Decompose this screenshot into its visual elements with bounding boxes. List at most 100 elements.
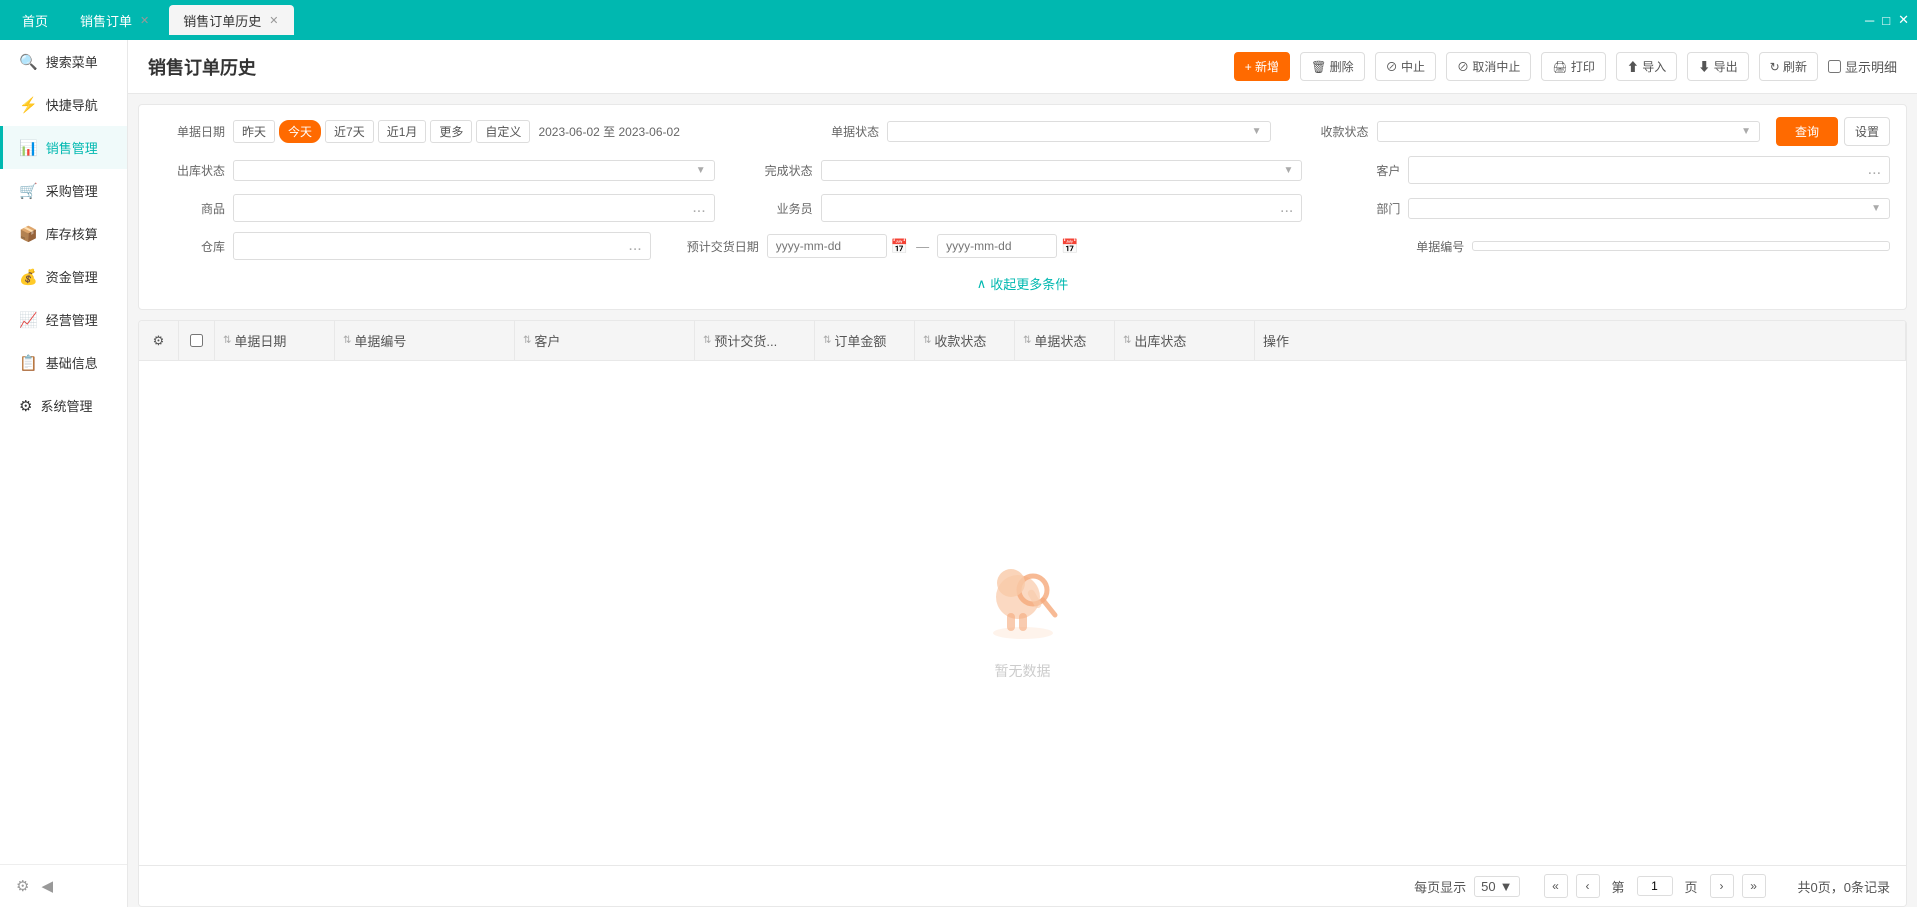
th-client-sort-icon: ⇅	[523, 335, 531, 346]
first-page-btn[interactable]: «	[1544, 874, 1568, 898]
customer-dots[interactable]: ...	[1868, 161, 1881, 179]
department-select[interactable]: ▼	[1408, 198, 1890, 219]
next-page-btn[interactable]: ›	[1710, 874, 1734, 898]
finance-icon: 💰	[19, 268, 38, 286]
goods-dots[interactable]: ...	[692, 199, 705, 217]
tab-sales-order-history-close[interactable]: ✕	[267, 13, 280, 28]
payment-status-select[interactable]: ▼	[1377, 121, 1760, 142]
th-client-label: 客户	[534, 331, 560, 350]
page-size-select[interactable]: 50 ▼	[1474, 876, 1519, 897]
sidebar-item-system[interactable]: ⚙ 系统管理	[0, 384, 127, 427]
sidebar-collapse-icon[interactable]: ◀	[41, 877, 53, 895]
delete-button[interactable]: 🗑 删除	[1300, 52, 1365, 81]
warehouse-dots[interactable]: ...	[628, 237, 641, 255]
delivery-date-end-calendar[interactable]: 📅	[1061, 238, 1078, 255]
select-all-checkbox[interactable]	[190, 334, 203, 347]
delivery-date-end-input[interactable]	[937, 234, 1057, 258]
delivery-date-start-calendar[interactable]: 📅	[891, 238, 908, 255]
settings-button[interactable]: 设置	[1844, 117, 1890, 146]
sidebar-item-quick-nav[interactable]: ⚡ 快捷导航	[0, 83, 127, 126]
tab-sales-order-label: 销售订单	[80, 11, 132, 30]
sidebar-item-purchase[interactable]: 🛒 采购管理	[0, 169, 127, 212]
filter-row-4: 仓库 ... 预计交货日期 📅 — 📅 单据编号	[155, 232, 1890, 260]
th-delivery[interactable]: ⇅ 预计交货...	[695, 321, 815, 360]
collapse-label: 收起更多条件	[990, 274, 1068, 293]
close-icon[interactable]: ✕	[1898, 12, 1909, 28]
filter-row-2: 出库状态 ▼ 完成状态 ▼ 客户 ...	[155, 156, 1890, 184]
new-button[interactable]: + 新增	[1234, 52, 1290, 81]
purchase-icon: 🛒	[19, 182, 38, 200]
tab-sales-order[interactable]: 销售订单 ✕	[66, 5, 165, 35]
show-detail-checkbox-label[interactable]: 显示明细	[1828, 57, 1897, 76]
page-title: 销售订单历史	[148, 54, 1222, 80]
date-btn-custom[interactable]: 自定义	[476, 120, 530, 143]
sidebar-item-search-menu-label: 搜索菜单	[46, 52, 98, 71]
collapse-arrow-icon: ∧	[977, 276, 987, 292]
th-date-label: 单据日期	[234, 331, 286, 350]
tab-sales-order-history[interactable]: 销售订单历史 ✕	[169, 5, 294, 35]
th-out-status[interactable]: ⇅ 出库状态	[1115, 321, 1255, 360]
sidebar-item-finance[interactable]: 💰 资金管理	[0, 255, 127, 298]
date-btn-7days[interactable]: 近7天	[325, 120, 374, 143]
date-btn-1month[interactable]: 近1月	[378, 120, 427, 143]
query-button[interactable]: 查询	[1776, 117, 1838, 146]
complete-status-select[interactable]: ▼	[821, 160, 1303, 181]
last-page-btn[interactable]: »	[1742, 874, 1766, 898]
th-settings[interactable]: ⚙	[139, 321, 179, 360]
content-area: 销售订单历史 + 新增 🗑 删除 ⊘ 中止 ⊘ 取消中止 🖨 打印 ⬆ 导入 ⬇…	[128, 40, 1917, 907]
tab-home-label: 首页	[22, 11, 48, 30]
print-button[interactable]: 🖨 打印	[1541, 52, 1606, 81]
th-amount-label: 订单金额	[834, 331, 886, 350]
refresh-button[interactable]: ↻ 刷新	[1759, 52, 1818, 81]
th-amount[interactable]: ⇅ 订单金额	[815, 321, 915, 360]
import-button[interactable]: ⬆ 导入	[1616, 52, 1677, 81]
out-status-select[interactable]: ▼	[233, 160, 715, 181]
th-payment-status[interactable]: ⇅ 收款状态	[915, 321, 1015, 360]
show-detail-label: 显示明细	[1845, 57, 1897, 76]
tab-home[interactable]: 首页	[8, 5, 62, 35]
th-ops: 操作	[1255, 321, 1906, 360]
th-date[interactable]: ⇅ 单据日期	[215, 321, 335, 360]
th-num-sort-icon: ⇅	[343, 335, 351, 346]
th-amount-sort-icon: ⇅	[823, 335, 831, 346]
payment-status-label: 收款状态	[1299, 123, 1369, 140]
sidebar-item-search-menu[interactable]: 🔍 搜索菜单	[0, 40, 127, 83]
sidebar-item-base[interactable]: 📋 基础信息	[0, 341, 127, 384]
th-delivery-sort-icon: ⇅	[703, 335, 711, 346]
th-checkbox[interactable]	[179, 321, 215, 360]
filter-area: 单据日期 昨天 今天 近7天 近1月 更多 自定义 2023-06-02 至 2…	[138, 104, 1907, 310]
sidebar-settings-icon[interactable]: ⚙	[16, 877, 29, 895]
cancel-stop-button[interactable]: ⊘ 取消中止	[1446, 52, 1531, 81]
sidebar-item-sales[interactable]: 📊 销售管理	[0, 126, 127, 169]
minimize-icon[interactable]: ─	[1865, 13, 1874, 28]
show-detail-checkbox[interactable]	[1828, 60, 1841, 73]
export-button[interactable]: ⬇ 导出	[1687, 52, 1748, 81]
stop-button[interactable]: ⊘ 中止	[1375, 52, 1436, 81]
delivery-date-start-input[interactable]	[767, 234, 887, 258]
toolbar: + 新增 🗑 删除 ⊘ 中止 ⊘ 取消中止 🖨 打印 ⬆ 导入 ⬇ 导出 ↻ 刷…	[1234, 52, 1897, 81]
empty-state: 暂无数据	[139, 361, 1906, 865]
date-btn-yesterday[interactable]: 昨天	[233, 120, 275, 143]
complete-status-arrow: ▼	[1283, 165, 1293, 176]
tab-sales-order-close[interactable]: ✕	[138, 13, 151, 28]
sidebar-item-operations[interactable]: 📈 经营管理	[0, 298, 127, 341]
date-btn-today[interactable]: 今天	[279, 120, 321, 143]
page-num-input[interactable]	[1637, 876, 1673, 896]
collapse-button[interactable]: ∧ 收起更多条件	[973, 270, 1073, 297]
quick-nav-icon: ⚡	[19, 96, 38, 114]
sidebar-item-inventory[interactable]: 📦 库存核算	[0, 212, 127, 255]
base-icon: 📋	[19, 354, 38, 372]
date-btn-more[interactable]: 更多	[430, 120, 472, 143]
prev-page-btn[interactable]: ‹	[1576, 874, 1600, 898]
payment-status-arrow: ▼	[1741, 126, 1751, 137]
bill-status-select[interactable]: ▼	[887, 121, 1270, 142]
salesperson-dots[interactable]: ...	[1280, 199, 1293, 217]
th-client[interactable]: ⇅ 客户	[515, 321, 695, 360]
maximize-icon[interactable]: □	[1882, 13, 1890, 28]
operations-icon: 📈	[19, 311, 38, 329]
th-num[interactable]: ⇅ 单据编号	[335, 321, 515, 360]
page-label: 页	[1685, 877, 1698, 896]
th-payment-status-label: 收款状态	[934, 331, 986, 350]
page-size-label: 每页显示	[1414, 877, 1466, 896]
th-bill-status[interactable]: ⇅ 单据状态	[1015, 321, 1115, 360]
